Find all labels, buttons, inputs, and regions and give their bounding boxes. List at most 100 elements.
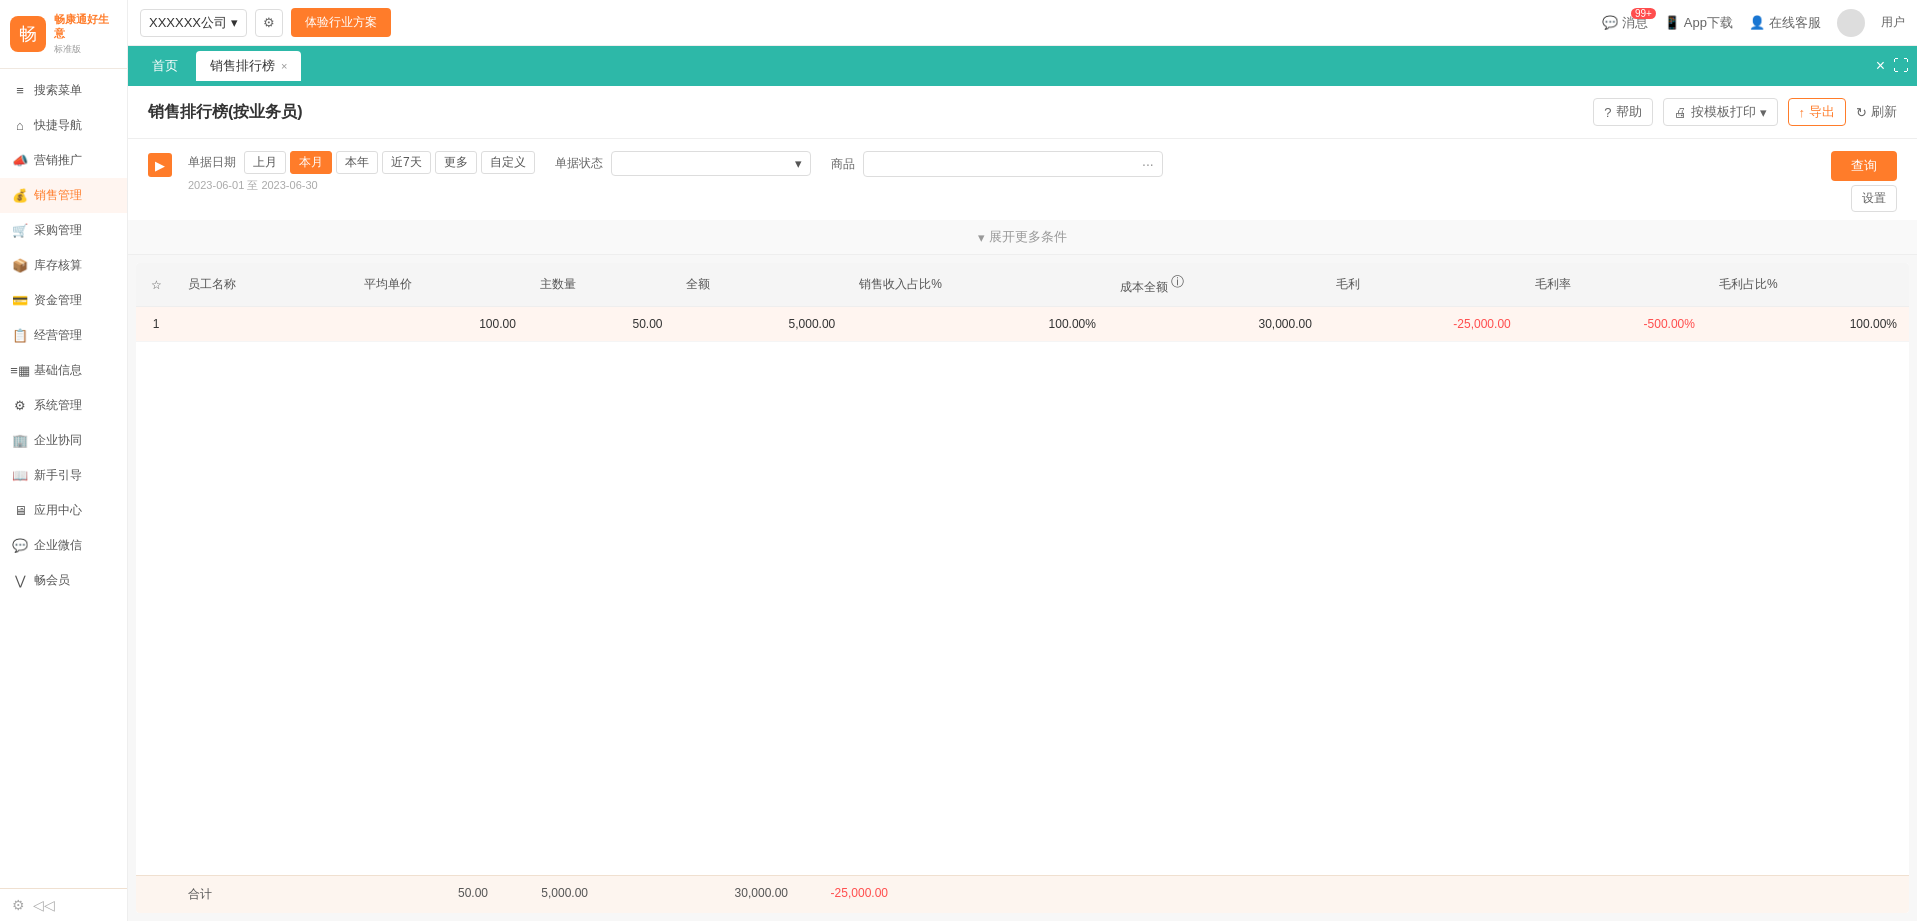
query-button[interactable]: 查询 (1831, 151, 1897, 181)
trial-button[interactable]: 体验行业方案 (291, 8, 391, 37)
service-icon: 👤 (1749, 15, 1765, 30)
app-download-button[interactable]: 📱 App下载 (1664, 14, 1733, 32)
date-filter: 单据日期 上月 本月 本年 近7天 更多 自定义 (188, 151, 535, 174)
sidebar-item-apps[interactable]: 🖥 应用中心 (0, 493, 127, 528)
collapse-icon[interactable]: ◁◁ (33, 897, 55, 913)
goods-filter-col: 商品 ··· (831, 151, 1163, 177)
date-option-more[interactable]: 更多 (435, 151, 477, 174)
col-profit: 毛利 (1324, 263, 1523, 307)
footer-amount-cell: 5,000.00 (488, 886, 588, 903)
tab-maximize-icon[interactable]: ⛶ (1893, 57, 1909, 75)
date-option-this-year[interactable]: 本年 (336, 151, 378, 174)
tab-minimize-icon[interactable]: × (1876, 57, 1885, 75)
page-actions: ? 帮助 🖨 按模板打印 ▾ ↑ 导出 ↻ 刷新 (1593, 98, 1897, 126)
footer-cost-cell: 30,000.00 (688, 886, 788, 903)
wechat-icon: 💬 (12, 537, 28, 553)
download-icon: 📱 (1664, 15, 1680, 30)
settings-button[interactable]: 设置 (1851, 185, 1897, 212)
sidebar-item-label: 经营管理 (34, 327, 82, 344)
sidebar-item-sales[interactable]: 💰 销售管理 (0, 178, 127, 213)
sidebar-item-search[interactable]: ≡ 搜索菜单 (0, 73, 127, 108)
date-option-this-month[interactable]: 本月 (290, 151, 332, 174)
header-settings-btn[interactable]: ⚙ (255, 9, 283, 37)
help-icon: ? (1604, 105, 1611, 120)
table-header: ☆ 员工名称 平均单价 主数量 全额 销售收入占比% 成本全额 ⓘ 毛利 毛利率… (136, 263, 1909, 307)
app-edition: 标准版 (54, 43, 117, 56)
filter-columns: 单据日期 上月 本月 本年 近7天 更多 自定义 2023-06-01 至 20… (188, 151, 1815, 193)
sidebar-item-label: 采购管理 (34, 222, 82, 239)
sidebar-item-management[interactable]: 📋 经营管理 (0, 318, 127, 353)
date-option-custom[interactable]: 自定义 (481, 151, 535, 174)
online-service-label: 在线客服 (1769, 14, 1821, 32)
col-profit-pct: 毛利占比% (1707, 263, 1909, 307)
chevron-down-icon: ▾ (978, 230, 985, 245)
filter-section: ▶ 单据日期 上月 本月 本年 近7天 更多 自定义 (128, 139, 1917, 220)
sidebar-item-finance[interactable]: 💳 资金管理 (0, 283, 127, 318)
sidebar-item-wechat[interactable]: 💬 企业微信 (0, 528, 127, 563)
home-icon: ⌂ (12, 117, 28, 133)
filter-row: ▶ 单据日期 上月 本月 本年 近7天 更多 自定义 (148, 151, 1897, 212)
print-button[interactable]: 🖨 按模板打印 ▾ (1663, 98, 1778, 126)
cell-amount: 5,000.00 (674, 307, 847, 342)
company-selector[interactable]: XXXXXX公司 ▾ (140, 9, 247, 37)
status-chevron-icon: ▾ (795, 156, 802, 171)
refresh-icon: ↻ (1856, 105, 1867, 120)
sidebar-logo: 畅 畅康通好生意 标准版 (0, 0, 127, 69)
filter-toggle-btn[interactable]: ▶ (148, 153, 172, 177)
guide-icon: 📖 (12, 467, 28, 483)
sidebar-item-guide[interactable]: 📖 新手引导 (0, 458, 127, 493)
message-icon: 💬 (1602, 15, 1618, 30)
sidebar-item-label: 基础信息 (34, 362, 82, 379)
help-button[interactable]: ? 帮助 (1593, 98, 1652, 126)
main-content: XXXXXX公司 ▾ ⚙ 体验行业方案 💬 消息 99+ 📱 App下载 👤 在… (128, 0, 1917, 921)
export-button[interactable]: ↑ 导出 (1788, 98, 1847, 126)
sales-icon: 💰 (12, 187, 28, 203)
sidebar-item-label: 系统管理 (34, 397, 82, 414)
tab-close-icon[interactable]: × (281, 60, 287, 72)
expand-conditions-btn[interactable]: ▾ 展开更多条件 (978, 228, 1067, 246)
message-button[interactable]: 💬 消息 99+ (1602, 14, 1648, 32)
export-icon: ↑ (1799, 105, 1806, 120)
date-filter-label: 单据日期 (188, 154, 236, 171)
footer-qty-cell: 50.00 (408, 886, 488, 903)
col-name: 员工名称 (176, 263, 352, 307)
cell-name (176, 307, 352, 342)
settings-footer-icon[interactable]: ⚙ (12, 897, 25, 913)
user-avatar[interactable] (1837, 9, 1865, 37)
tab-bar: 首页 销售排行榜 × × ⛶ (128, 46, 1917, 86)
print-icon: 🖨 (1674, 105, 1687, 120)
sidebar-item-inventory[interactable]: 📦 库存核算 (0, 248, 127, 283)
results-table: ☆ 员工名称 平均单价 主数量 全额 销售收入占比% 成本全额 ⓘ 毛利 毛利率… (136, 263, 1909, 342)
date-range: 2023-06-01 至 2023-06-30 (188, 178, 535, 193)
table-body: 1 100.00 50.00 5,000.00 100.00% 30,000.0… (136, 307, 1909, 342)
sidebar-item-system[interactable]: ⚙ 系统管理 (0, 388, 127, 423)
date-option-prev-month[interactable]: 上月 (244, 151, 286, 174)
goods-more-icon[interactable]: ··· (1142, 156, 1154, 172)
status-select[interactable]: ▾ (611, 151, 811, 176)
date-options: 上月 本月 本年 近7天 更多 自定义 (244, 151, 535, 174)
refresh-button[interactable]: ↻ 刷新 (1856, 103, 1897, 121)
goods-input[interactable]: ··· (863, 151, 1163, 177)
sidebar-item-member[interactable]: ⋁ 畅会员 (0, 563, 127, 598)
col-sales-pct: 销售收入占比% (847, 263, 1108, 307)
sidebar-item-basic-info[interactable]: ≡▦ 基础信息 (0, 353, 127, 388)
cell-sales-pct: 100.00% (847, 307, 1108, 342)
status-filter-col: 单据状态 ▾ (555, 151, 811, 176)
sidebar-item-purchase[interactable]: 🛒 采购管理 (0, 213, 127, 248)
user-name: 用户 (1881, 14, 1905, 31)
goods-filter: 商品 ··· (831, 151, 1163, 177)
date-filter-col: 单据日期 上月 本月 本年 近7天 更多 自定义 2023-06-01 至 20… (188, 151, 535, 193)
col-profit-rate: 毛利率 (1523, 263, 1707, 307)
marketing-icon: 📣 (12, 152, 28, 168)
sidebar-item-marketing[interactable]: 📣 营销推广 (0, 143, 127, 178)
tab-home[interactable]: 首页 (136, 51, 194, 81)
sidebar-item-nav[interactable]: ⌂ 快捷导航 (0, 108, 127, 143)
tab-sales-rank[interactable]: 销售排行榜 × (196, 51, 301, 81)
online-service-button[interactable]: 👤 在线客服 (1749, 14, 1821, 32)
sidebar-item-label: 畅会员 (34, 572, 70, 589)
sidebar-item-label: 快捷导航 (34, 117, 82, 134)
footer-avg-price-cell (318, 886, 408, 903)
finance-icon: 💳 (12, 292, 28, 308)
date-option-7days[interactable]: 近7天 (382, 151, 431, 174)
sidebar-item-enterprise[interactable]: 🏢 企业协同 (0, 423, 127, 458)
